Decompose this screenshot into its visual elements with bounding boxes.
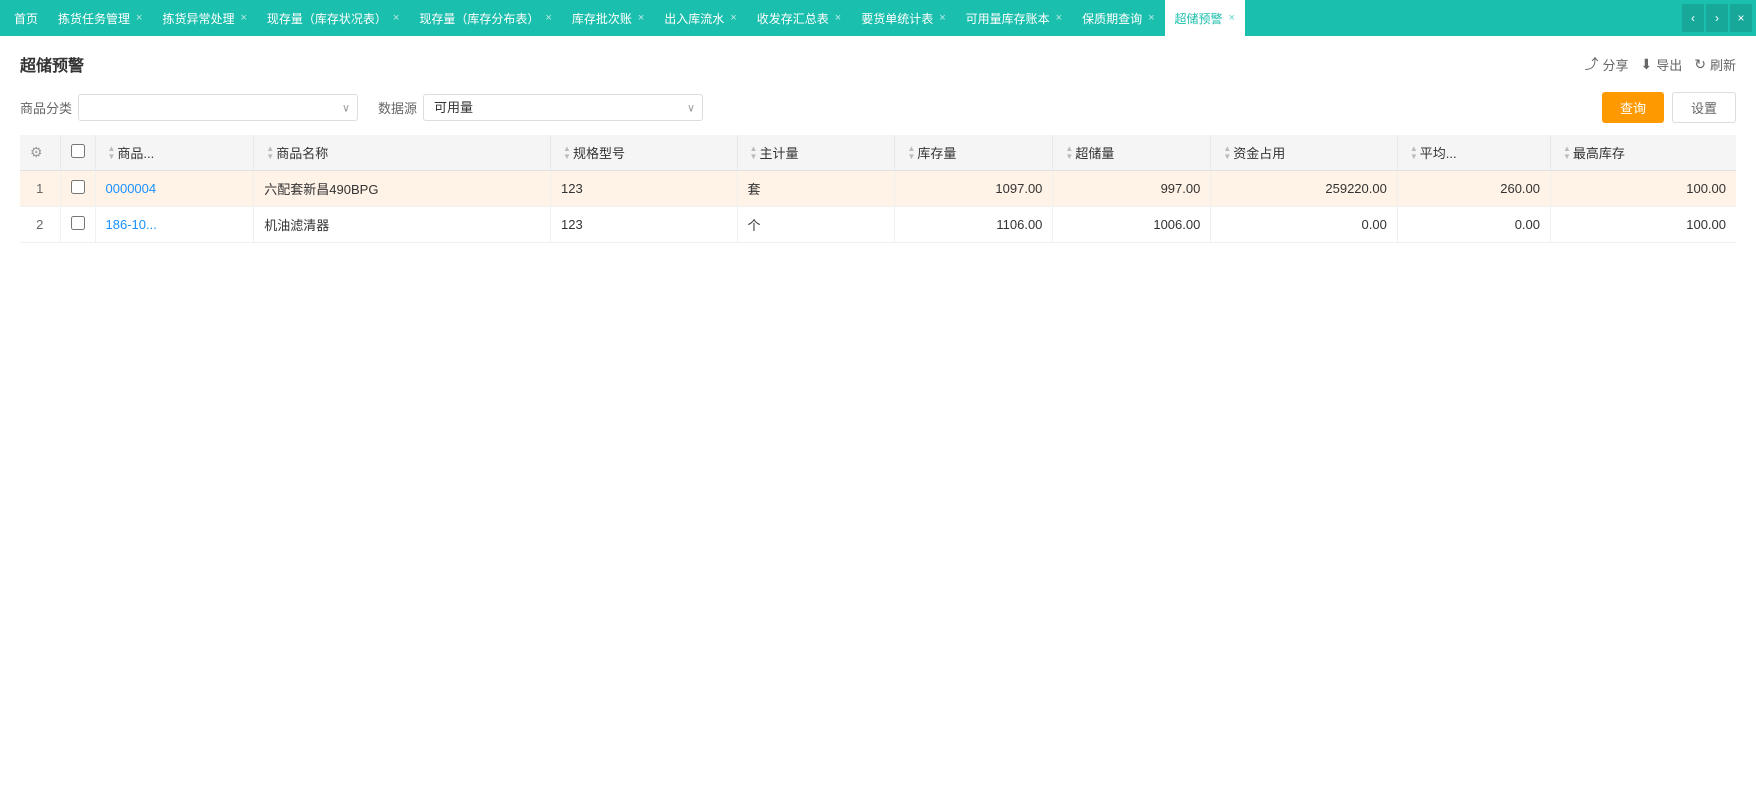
close-icon[interactable]: × <box>939 12 945 24</box>
filter-row: 商品分类 数据源 可用量 查询 设置 <box>20 92 1736 123</box>
th-product-name: ▲▼ 商品名称 <box>254 135 551 171</box>
nav-item-task[interactable]: 拣货任务管理 × <box>48 0 152 36</box>
nav-item-stock-status[interactable]: 现存量（库存状况表） × <box>257 0 409 36</box>
close-icon[interactable]: × <box>1148 12 1154 24</box>
close-icon[interactable]: × <box>545 12 551 24</box>
cell-index: 2 <box>20 207 60 243</box>
cell-index: 1 <box>20 171 60 207</box>
cell-capital: 259220.00 <box>1211 171 1397 207</box>
close-icon[interactable]: × <box>1229 12 1235 24</box>
settings-icon[interactable]: ⚙ <box>30 144 43 160</box>
row-checkbox[interactable] <box>71 216 85 230</box>
cell-checkbox <box>60 207 95 243</box>
nav-item-stock-dist[interactable]: 现存量（库存分布表） × <box>409 0 561 36</box>
cell-unit: 套 <box>737 171 895 207</box>
table-body: 1 0000004六配套新昌490BPG123套1097.00997.002592… <box>20 171 1736 243</box>
nav-item-available[interactable]: 可用量库存账本 × <box>956 0 1072 36</box>
th-unit: ▲▼ 主计量 <box>737 135 895 171</box>
close-icon[interactable]: × <box>638 12 644 24</box>
share-icon: ⤴ <box>1584 54 1598 74</box>
table-header: ⚙ ▲▼ 商品... ▲▼ 商品名称 <box>20 135 1736 171</box>
data-table: ⚙ ▲▼ 商品... ▲▼ 商品名称 <box>20 135 1736 243</box>
close-icon[interactable]: × <box>835 12 841 24</box>
top-nav: 首页 拣货任务管理 × 拣货异常处理 × 现存量（库存状况表） × 现存量（库存… <box>0 0 1756 36</box>
nav-arrow-left[interactable]: ‹ <box>1682 4 1704 32</box>
cell-avg: 0.00 <box>1397 207 1550 243</box>
cell-product-code: 0000004 <box>95 171 254 207</box>
nav-item-home[interactable]: 首页 <box>4 0 48 36</box>
export-button[interactable]: ⬇ 导出 <box>1641 55 1683 74</box>
settings-button[interactable]: 设置 <box>1672 92 1736 123</box>
cell-spec: 123 <box>551 171 737 207</box>
th-spec: ▲▼ 规格型号 <box>551 135 737 171</box>
datasource-select-wrapper: 可用量 <box>423 94 703 121</box>
cell-stock: 1097.00 <box>895 171 1053 207</box>
refresh-icon: ↻ <box>1694 56 1706 73</box>
header-actions: ⤴ 分享 ⬇ 导出 ↻ 刷新 <box>1584 54 1736 74</box>
datasource-select[interactable]: 可用量 <box>423 94 703 121</box>
cell-max-stock: 100.00 <box>1551 171 1737 207</box>
cell-capital: 0.00 <box>1211 207 1397 243</box>
filter-actions: 查询 设置 <box>1602 92 1736 123</box>
nav-item-batch[interactable]: 库存批次账 × <box>562 0 654 36</box>
cell-product-name: 机油滤清器 <box>254 207 551 243</box>
close-icon[interactable]: × <box>1056 12 1062 24</box>
nav-arrows: ‹ › × <box>1682 4 1752 32</box>
page-content: 超储预警 ⤴ 分享 ⬇ 导出 ↻ 刷新 商品分类 <box>0 36 1756 800</box>
query-button[interactable]: 查询 <box>1602 92 1664 123</box>
table-row: 1 0000004六配套新昌490BPG123套1097.00997.002592… <box>20 171 1736 207</box>
cell-spec: 123 <box>551 207 737 243</box>
close-icon[interactable]: × <box>730 12 736 24</box>
close-icon[interactable]: × <box>393 12 399 24</box>
th-avg: ▲▼ 平均... <box>1397 135 1550 171</box>
th-max-stock: ▲▼ 最高库存 <box>1551 135 1737 171</box>
th-capital: ▲▼ 资金占用 <box>1211 135 1397 171</box>
nav-item-overstock[interactable]: 超储预警 × <box>1165 0 1245 36</box>
close-icon[interactable]: × <box>136 12 142 24</box>
category-select[interactable] <box>78 94 358 121</box>
cell-max-stock: 100.00 <box>1551 207 1737 243</box>
nav-item-flow[interactable]: 出入库流水 × <box>654 0 746 36</box>
cell-avg: 260.00 <box>1397 171 1550 207</box>
select-all-checkbox[interactable] <box>71 144 85 158</box>
category-filter-group: 商品分类 <box>20 94 358 121</box>
nav-item-summary[interactable]: 收发存汇总表 × <box>747 0 851 36</box>
category-label: 商品分类 <box>20 98 72 117</box>
nav-item-requisition[interactable]: 要货单统计表 × <box>851 0 955 36</box>
nav-arrow-right[interactable]: › <box>1706 4 1728 32</box>
cell-stock: 1106.00 <box>895 207 1053 243</box>
category-select-wrapper <box>78 94 358 121</box>
share-button[interactable]: ⤴ 分享 <box>1584 54 1628 74</box>
cell-checkbox <box>60 171 95 207</box>
th-product-code: ▲▼ 商品... <box>95 135 254 171</box>
th-stock: ▲▼ 库存量 <box>895 135 1053 171</box>
cell-unit: 个 <box>737 207 895 243</box>
table-row: 2186-10...机油滤清器123个1106.001006.000.000.0… <box>20 207 1736 243</box>
row-checkbox[interactable] <box>71 180 85 194</box>
th-settings: ⚙ <box>20 135 60 171</box>
close-icon[interactable]: × <box>240 12 246 24</box>
cell-product-code: 186-10... <box>95 207 254 243</box>
nav-item-expiry[interactable]: 保质期查询 × <box>1072 0 1164 36</box>
datasource-label: 数据源 <box>378 98 417 117</box>
cell-overstock: 997.00 <box>1053 171 1211 207</box>
cell-product-name: 六配套新昌490BPG <box>254 171 551 207</box>
datasource-filter-group: 数据源 可用量 <box>378 94 703 121</box>
th-overstock: ▲▼ 超储量 <box>1053 135 1211 171</box>
nav-item-abnormal[interactable]: 拣货异常处理 × <box>152 0 256 36</box>
cell-overstock: 1006.00 <box>1053 207 1211 243</box>
page-title: 超储预警 <box>20 52 84 76</box>
th-checkbox <box>60 135 95 171</box>
export-icon: ⬇ <box>1641 56 1653 73</box>
refresh-button[interactable]: ↻ 刷新 <box>1694 55 1736 74</box>
page-header: 超储预警 ⤴ 分享 ⬇ 导出 ↻ 刷新 <box>20 52 1736 76</box>
nav-arrow-close[interactable]: × <box>1730 4 1752 32</box>
